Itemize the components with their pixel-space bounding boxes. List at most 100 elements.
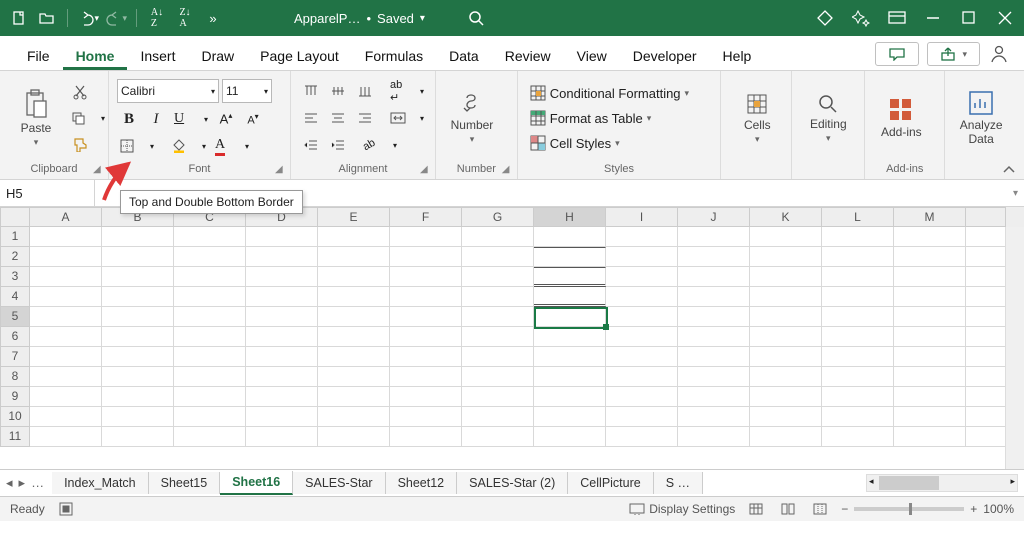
diamond-icon[interactable] [814,7,836,29]
name-box[interactable]: H5 [0,180,95,206]
merge-button[interactable]: ▾ [387,107,427,129]
ribbon-mode-icon[interactable] [886,7,908,29]
align-middle-icon[interactable] [326,80,350,102]
zoom-out-icon[interactable]: − [841,502,848,516]
number-format-button[interactable]: Number▾ [444,88,500,149]
save-state[interactable]: Saved [377,11,414,26]
col-header[interactable]: E [318,207,390,227]
alignment-launcher-icon[interactable]: ◢ [420,164,432,176]
sheet-nav[interactable]: ◂▸… [6,475,52,491]
orientation-button[interactable]: ab▾ [360,134,400,156]
sheet-tab[interactable]: CellPicture [568,472,653,494]
collapse-ribbon-icon[interactable] [1002,165,1016,175]
spreadsheet-grid[interactable]: A B C D E F G H I J K L M 1 2 3 4 5 6 7 … [0,207,1024,469]
row-header[interactable]: 6 [0,327,30,347]
row-header[interactable]: 1 [0,227,30,247]
bold-button[interactable]: B [117,108,141,130]
increase-indent-icon[interactable] [326,134,350,156]
sparkle-icon[interactable] [850,7,872,29]
sort-asc-icon[interactable]: A↓Z [146,7,168,29]
row-header[interactable]: 5 [0,307,30,327]
row-header[interactable]: 9 [0,387,30,407]
addins-button[interactable]: Add-ins [873,93,929,143]
comments-button[interactable] [875,42,919,66]
page-break-view-icon[interactable] [809,500,831,518]
col-header[interactable]: I [606,207,678,227]
redo-icon[interactable]: ▾ [105,7,127,29]
search-icon[interactable] [465,7,487,29]
col-header[interactable]: K [750,207,822,227]
row-header[interactable]: 10 [0,407,30,427]
col-header[interactable]: G [462,207,534,227]
share-button[interactable]: ▾ [927,42,980,66]
undo-icon[interactable]: ▾ [77,7,99,29]
underline-button[interactable]: U▾ [171,108,211,130]
account-icon[interactable] [988,43,1010,65]
minimize-icon[interactable] [922,7,944,29]
align-top-icon[interactable] [299,80,323,102]
sheet-tab[interactable]: S … [654,472,703,494]
zoom-slider[interactable] [854,507,964,511]
align-center-icon[interactable] [326,107,350,129]
open-file-icon[interactable] [36,7,58,29]
align-right-icon[interactable] [353,107,377,129]
page-layout-view-icon[interactable] [777,500,799,518]
font-size-combo[interactable]: 11▾ [222,79,272,103]
row-header[interactable]: 7 [0,347,30,367]
wrap-text-button[interactable]: ab↵▾ [387,80,427,102]
tab-formulas[interactable]: Formulas [352,40,436,70]
italic-button[interactable]: I [144,108,168,130]
format-as-table-button[interactable]: Format as Table▾ [526,109,693,127]
editing-button[interactable]: Editing▾ [800,89,856,148]
tab-draw[interactable]: Draw [188,40,247,70]
close-icon[interactable] [994,7,1016,29]
zoom-control[interactable]: − + 100% [841,502,1014,516]
cut-icon[interactable] [68,81,92,103]
cells-button[interactable]: Cells▾ [729,88,785,149]
tab-view[interactable]: View [564,40,620,70]
grid-body[interactable]: 1 2 3 4 5 6 7 8 9 10 11 [0,227,1024,447]
number-launcher-icon[interactable]: ◢ [502,164,514,176]
sheet-tab[interactable]: Sheet16 [220,471,293,495]
tab-page-layout[interactable]: Page Layout [247,40,352,70]
col-header[interactable]: L [822,207,894,227]
tab-help[interactable]: Help [710,40,765,70]
sheet-tab[interactable]: SALES-Star [293,472,385,494]
tab-insert[interactable]: Insert [127,40,188,70]
tab-file[interactable]: File [14,40,63,70]
conditional-formatting-button[interactable]: Conditional Formatting▾ [526,84,693,102]
row-header[interactable]: 2 [0,247,30,267]
fill-color-button[interactable]: ▾ [169,135,209,157]
sheet-tab[interactable]: Index_Match [52,472,149,494]
paste-button[interactable]: Paste▾ [8,85,64,152]
display-settings-button[interactable]: Display Settings [629,502,735,516]
copy-icon[interactable]: ▾ [68,107,108,129]
borders-button[interactable]: ▾ [117,135,157,157]
analyze-data-button[interactable]: Analyze Data [953,86,1009,150]
tab-review[interactable]: Review [492,40,564,70]
formula-expand-icon[interactable]: ▾ [1013,188,1018,199]
font-launcher-icon[interactable]: ◢ [275,164,287,176]
sort-desc-icon[interactable]: Z↓A [174,7,196,29]
qat-more-icon[interactable]: » [202,7,224,29]
row-header[interactable]: 3 [0,267,30,287]
grow-font-icon[interactable]: A▴ [214,108,238,130]
row-header[interactable]: 4 [0,287,30,307]
col-header[interactable]: M [894,207,966,227]
select-all-corner[interactable] [0,207,30,227]
col-header[interactable] [966,207,1006,227]
sheet-tab[interactable]: Sheet15 [149,472,221,494]
shrink-font-icon[interactable]: A▾ [241,108,265,130]
col-header[interactable]: F [390,207,462,227]
cell-styles-button[interactable]: Cell Styles▾ [526,134,693,152]
new-file-icon[interactable] [8,7,30,29]
font-name-combo[interactable]: Calibri▾ [117,79,219,103]
row-header[interactable]: 8 [0,367,30,387]
clipboard-launcher-icon[interactable]: ◢ [93,164,105,176]
align-bottom-icon[interactable] [353,80,377,102]
tab-home[interactable]: Home [63,40,128,70]
decrease-indent-icon[interactable] [299,134,323,156]
zoom-in-icon[interactable]: + [970,502,977,516]
tab-data[interactable]: Data [436,40,492,70]
align-left-icon[interactable] [299,107,323,129]
